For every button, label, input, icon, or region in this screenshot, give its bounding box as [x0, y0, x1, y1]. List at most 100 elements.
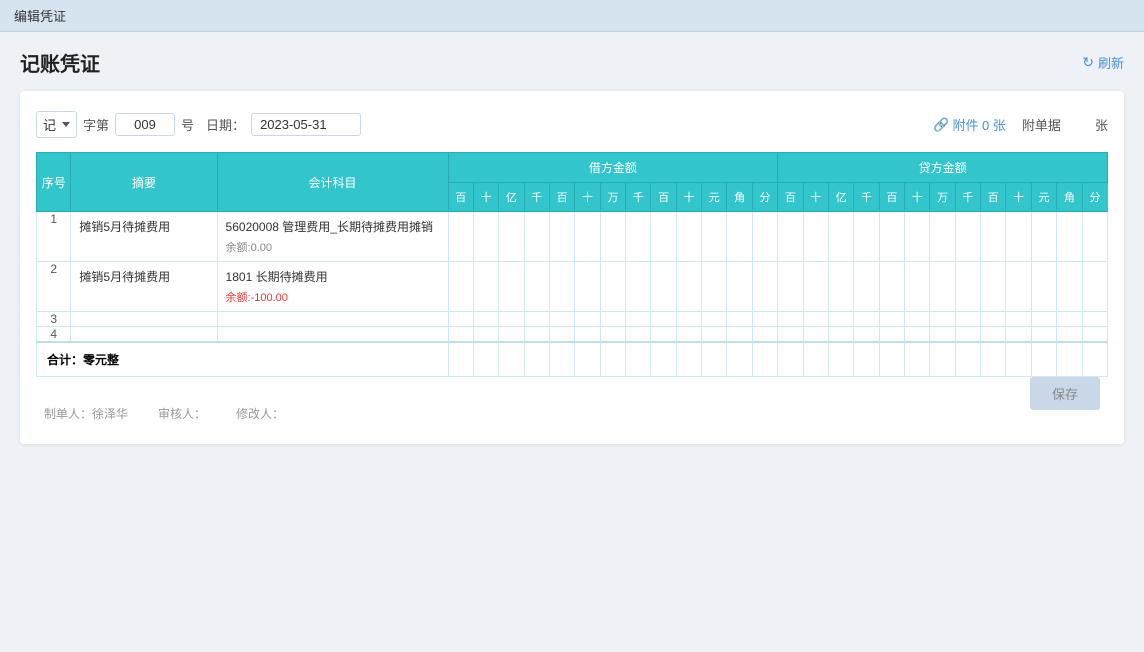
row-4-credit-11[interactable] [1057, 327, 1082, 343]
row-4-credit-3[interactable] [854, 327, 879, 343]
row-3-credit-9[interactable] [1006, 312, 1031, 327]
row-2-credit-11[interactable] [1057, 262, 1082, 312]
row-4-debit-1[interactable] [473, 327, 498, 343]
row-1-credit-10[interactable] [1031, 212, 1056, 262]
row-4-debit-11[interactable] [727, 327, 752, 343]
row-1-credit-7[interactable] [955, 212, 980, 262]
row-3-debit-4[interactable] [549, 312, 574, 327]
row-4-credit-8[interactable] [981, 327, 1006, 343]
row-4-account[interactable] [217, 327, 448, 343]
row-3-debit-8[interactable] [651, 312, 676, 327]
refresh-button[interactable]: ↻ 刷新 [1082, 53, 1124, 72]
row-1-debit-4[interactable] [549, 212, 574, 262]
row-2-credit-10[interactable] [1031, 262, 1056, 312]
row-2-debit-4[interactable] [549, 262, 574, 312]
row-2-credit-8[interactable] [981, 262, 1006, 312]
row-3-debit-2[interactable] [499, 312, 524, 327]
row-3-debit-10[interactable] [702, 312, 727, 327]
row-4-credit-7[interactable] [955, 327, 980, 343]
save-button[interactable]: 保存 [1030, 377, 1100, 410]
row-2-account[interactable]: 1801 长期待摊费用余额:-100.00 [217, 262, 448, 312]
row-3-debit-5[interactable] [575, 312, 600, 327]
row-3-debit-7[interactable] [626, 312, 651, 327]
row-4-debit-6[interactable] [600, 327, 625, 343]
row-2-debit-5[interactable] [575, 262, 600, 312]
row-3-debit-3[interactable] [524, 312, 549, 327]
row-3-credit-8[interactable] [981, 312, 1006, 327]
row-4-credit-4[interactable] [879, 327, 904, 343]
row-3-debit-0[interactable] [448, 312, 473, 327]
row-1-debit-2[interactable] [499, 212, 524, 262]
row-1-debit-5[interactable] [575, 212, 600, 262]
row-3-credit-11[interactable] [1057, 312, 1082, 327]
row-1-credit-5[interactable] [905, 212, 930, 262]
row-1-credit-1[interactable] [803, 212, 828, 262]
row-1-debit-0[interactable] [448, 212, 473, 262]
row-2-credit-12[interactable] [1082, 262, 1107, 312]
row-1-debit-7[interactable] [626, 212, 651, 262]
row-1-credit-3[interactable] [854, 212, 879, 262]
row-3-debit-6[interactable] [600, 312, 625, 327]
row-2-debit-9[interactable] [676, 262, 701, 312]
row-2-debit-1[interactable] [473, 262, 498, 312]
row-4-debit-4[interactable] [549, 327, 574, 343]
row-1-credit-2[interactable] [828, 212, 853, 262]
row-2-debit-2[interactable] [499, 262, 524, 312]
row-2-debit-8[interactable] [651, 262, 676, 312]
row-2-debit-7[interactable] [626, 262, 651, 312]
row-4-debit-5[interactable] [575, 327, 600, 343]
row-1-credit-4[interactable] [879, 212, 904, 262]
voucher-number-input[interactable] [115, 113, 175, 136]
row-1-credit-8[interactable] [981, 212, 1006, 262]
row-3-credit-6[interactable] [930, 312, 955, 327]
row-4-debit-8[interactable] [651, 327, 676, 343]
row-2-credit-0[interactable] [778, 262, 803, 312]
row-1-credit-0[interactable] [778, 212, 803, 262]
row-4-debit-7[interactable] [626, 327, 651, 343]
row-1-summary[interactable]: 摊销5月待摊费用 [71, 212, 217, 262]
row-3-debit-12[interactable] [752, 312, 777, 327]
row-2-credit-9[interactable] [1006, 262, 1031, 312]
row-2-debit-0[interactable] [448, 262, 473, 312]
row-3-debit-9[interactable] [676, 312, 701, 327]
row-2-credit-2[interactable] [828, 262, 853, 312]
row-1-debit-9[interactable] [676, 212, 701, 262]
row-3-credit-10[interactable] [1031, 312, 1056, 327]
row-4-credit-5[interactable] [905, 327, 930, 343]
row-2-debit-11[interactable] [727, 262, 752, 312]
row-2-credit-4[interactable] [879, 262, 904, 312]
row-3-credit-7[interactable] [955, 312, 980, 327]
row-3-credit-12[interactable] [1082, 312, 1107, 327]
row-4-summary[interactable] [71, 327, 217, 343]
row-2-credit-6[interactable] [930, 262, 955, 312]
row-4-credit-6[interactable] [930, 327, 955, 343]
row-4-debit-0[interactable] [448, 327, 473, 343]
row-1-account[interactable]: 56020008 管理费用_长期待摊费用摊销余额:0.00 [217, 212, 448, 262]
type-select[interactable]: 记 [36, 111, 77, 138]
row-1-credit-6[interactable] [930, 212, 955, 262]
row-4-debit-12[interactable] [752, 327, 777, 343]
row-1-credit-9[interactable] [1006, 212, 1031, 262]
row-2-debit-12[interactable] [752, 262, 777, 312]
row-2-summary[interactable]: 摊销5月待摊费用 [71, 262, 217, 312]
row-4-credit-0[interactable] [778, 327, 803, 343]
row-4-credit-1[interactable] [803, 327, 828, 343]
row-1-debit-6[interactable] [600, 212, 625, 262]
row-4-credit-9[interactable] [1006, 327, 1031, 343]
row-2-debit-10[interactable] [702, 262, 727, 312]
row-3-credit-5[interactable] [905, 312, 930, 327]
row-4-credit-12[interactable] [1082, 327, 1107, 343]
row-2-credit-1[interactable] [803, 262, 828, 312]
row-3-credit-3[interactable] [854, 312, 879, 327]
row-1-credit-11[interactable] [1057, 212, 1082, 262]
row-1-debit-3[interactable] [524, 212, 549, 262]
row-3-credit-2[interactable] [828, 312, 853, 327]
row-4-credit-2[interactable] [828, 327, 853, 343]
row-1-debit-10[interactable] [702, 212, 727, 262]
row-1-credit-12[interactable] [1082, 212, 1107, 262]
attachment-link[interactable]: 🔗 附件 0 张 [933, 115, 1006, 134]
row-4-debit-2[interactable] [499, 327, 524, 343]
row-2-credit-7[interactable] [955, 262, 980, 312]
row-1-debit-12[interactable] [752, 212, 777, 262]
row-4-debit-9[interactable] [676, 327, 701, 343]
